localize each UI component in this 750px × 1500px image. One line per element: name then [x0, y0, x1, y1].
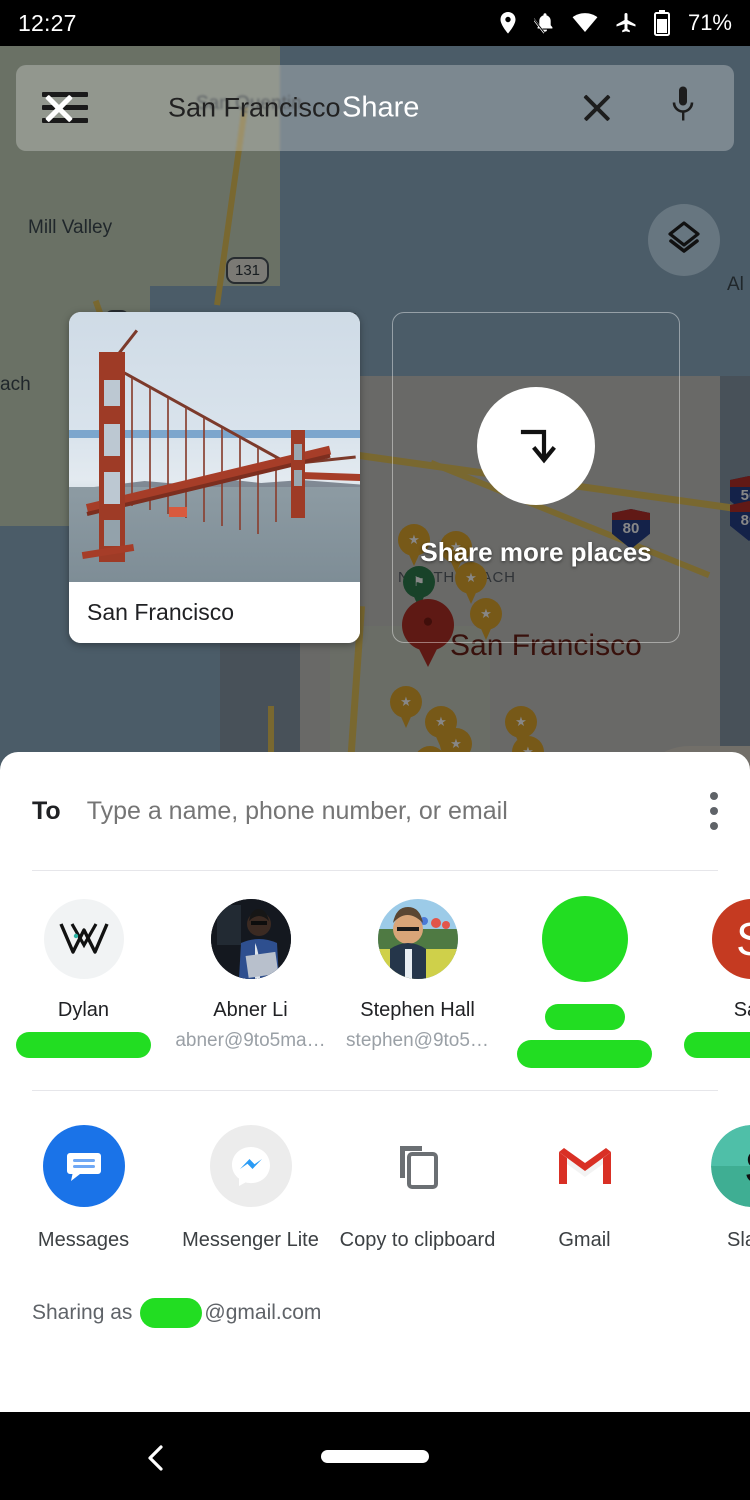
slack-icon: S — [710, 1125, 750, 1207]
microphone-icon[interactable] — [668, 85, 698, 132]
status-icons: 71% — [498, 10, 732, 36]
notifications-off-icon — [533, 11, 556, 35]
home-pill-icon[interactable] — [321, 1449, 429, 1463]
contact-name: San — [733, 999, 750, 1021]
svg-text:S: S — [745, 1141, 750, 1193]
search-bar[interactable]: San Francisco Share — [16, 65, 734, 151]
contact-name: Abner Li — [213, 999, 288, 1021]
app-label: Slack — [727, 1229, 750, 1251]
app-messenger-lite[interactable]: Messenger Lite — [167, 1125, 334, 1252]
apps-row[interactable]: Messages Messenger Lite Copy to clipboar… — [0, 1091, 750, 1272]
app-label: Gmail — [558, 1229, 611, 1251]
contact-name-redacted — [544, 1004, 625, 1030]
contact-dylan[interactable]: Dylan — [0, 899, 167, 1068]
app-copy-to-clipboard[interactable]: Copy to clipboard — [334, 1125, 501, 1252]
more-vertical-icon[interactable] — [710, 792, 718, 830]
battery-percent: 71% — [687, 10, 732, 35]
contact-stephen-hall[interactable]: Stephen Hall stephen@9to5… — [334, 899, 501, 1068]
close-icon[interactable] — [42, 92, 76, 124]
contact-sub-redacted — [16, 1032, 151, 1058]
contact-email: stephen@9to5… — [346, 1030, 489, 1051]
contact-name: Stephen Hall — [360, 999, 475, 1021]
place-card-title: San Francisco — [69, 582, 360, 643]
place-card-san-francisco[interactable]: San Francisco — [69, 312, 360, 643]
layers-icon — [663, 217, 705, 264]
search-query-text[interactable]: San Francisco — [168, 93, 341, 124]
phone-screen: San Quentin Mill Valley BELVEDERE TIBURO… — [0, 0, 750, 1500]
sharing-as-row: Sharing as @gmail.com — [0, 1272, 750, 1328]
sharing-as-prefix: Sharing as — [32, 1301, 133, 1324]
share-cards-row: San Francisco Share more places — [0, 312, 750, 647]
redacted-avatar — [541, 896, 628, 982]
wifi-icon — [572, 13, 598, 33]
airplane-mode-icon — [614, 11, 638, 35]
photo-avatar — [377, 899, 458, 979]
hamburger-menu-icon[interactable] — [42, 90, 88, 126]
contact-abner-li[interactable]: Abner Li abner@9to5ma… — [167, 899, 334, 1068]
copy-icon — [377, 1125, 459, 1207]
sharing-as-redacted — [140, 1298, 203, 1328]
share-more-places-label: Share more places — [420, 537, 652, 567]
sharing-as-suffix: @gmail.com — [204, 1301, 322, 1324]
to-label: To — [32, 796, 61, 825]
share-sheet: To Dylan — [0, 752, 750, 1412]
contact-sub-redacted — [684, 1032, 750, 1058]
messenger-lite-icon — [209, 1125, 292, 1207]
location-pin-icon — [498, 11, 518, 35]
share-title: Share — [342, 91, 420, 124]
back-chevron-icon[interactable] — [143, 1443, 169, 1471]
contact-name: Dylan — [57, 999, 110, 1021]
clear-icon[interactable] — [580, 91, 614, 125]
status-time: 12:27 — [18, 9, 77, 36]
share-more-places-card[interactable]: Share more places — [392, 312, 680, 643]
photo-avatar — [210, 899, 291, 979]
app-messages[interactable]: Messages — [0, 1125, 167, 1252]
app-gmail[interactable]: Gmail — [501, 1125, 668, 1252]
contact-sub-redacted — [517, 1040, 652, 1068]
app-label: Messenger Lite — [182, 1229, 319, 1251]
contact-email: abner@9to5ma… — [175, 1030, 326, 1051]
app-label: Copy to clipboard — [339, 1229, 496, 1251]
bridge-tower-right — [291, 430, 305, 518]
recipient-row[interactable]: To — [0, 752, 750, 870]
messages-icon — [42, 1125, 125, 1207]
map-layers-button[interactable] — [648, 204, 720, 276]
navigation-bar — [0, 1412, 750, 1500]
golden-gate-bridge-photo — [69, 312, 360, 582]
w-logo-avatar — [43, 899, 124, 979]
contact-redacted[interactable] — [501, 896, 668, 1068]
gmail-icon — [544, 1125, 626, 1207]
bridge-tower-left — [99, 352, 125, 562]
contacts-row[interactable]: Dylan Abner Li abner@9to5ma… Stephen Hal… — [0, 871, 750, 1090]
status-bar: 12:27 71% — [0, 0, 750, 46]
app-label: Messages — [37, 1229, 130, 1251]
arrow-turn-down-icon — [477, 387, 595, 505]
letter-avatar-s: S — [711, 899, 750, 979]
app-slack[interactable]: S Slack — [668, 1125, 750, 1252]
battery-icon — [653, 10, 670, 36]
contact-san[interactable]: S San — [668, 899, 750, 1068]
recipient-input[interactable] — [86, 796, 692, 826]
